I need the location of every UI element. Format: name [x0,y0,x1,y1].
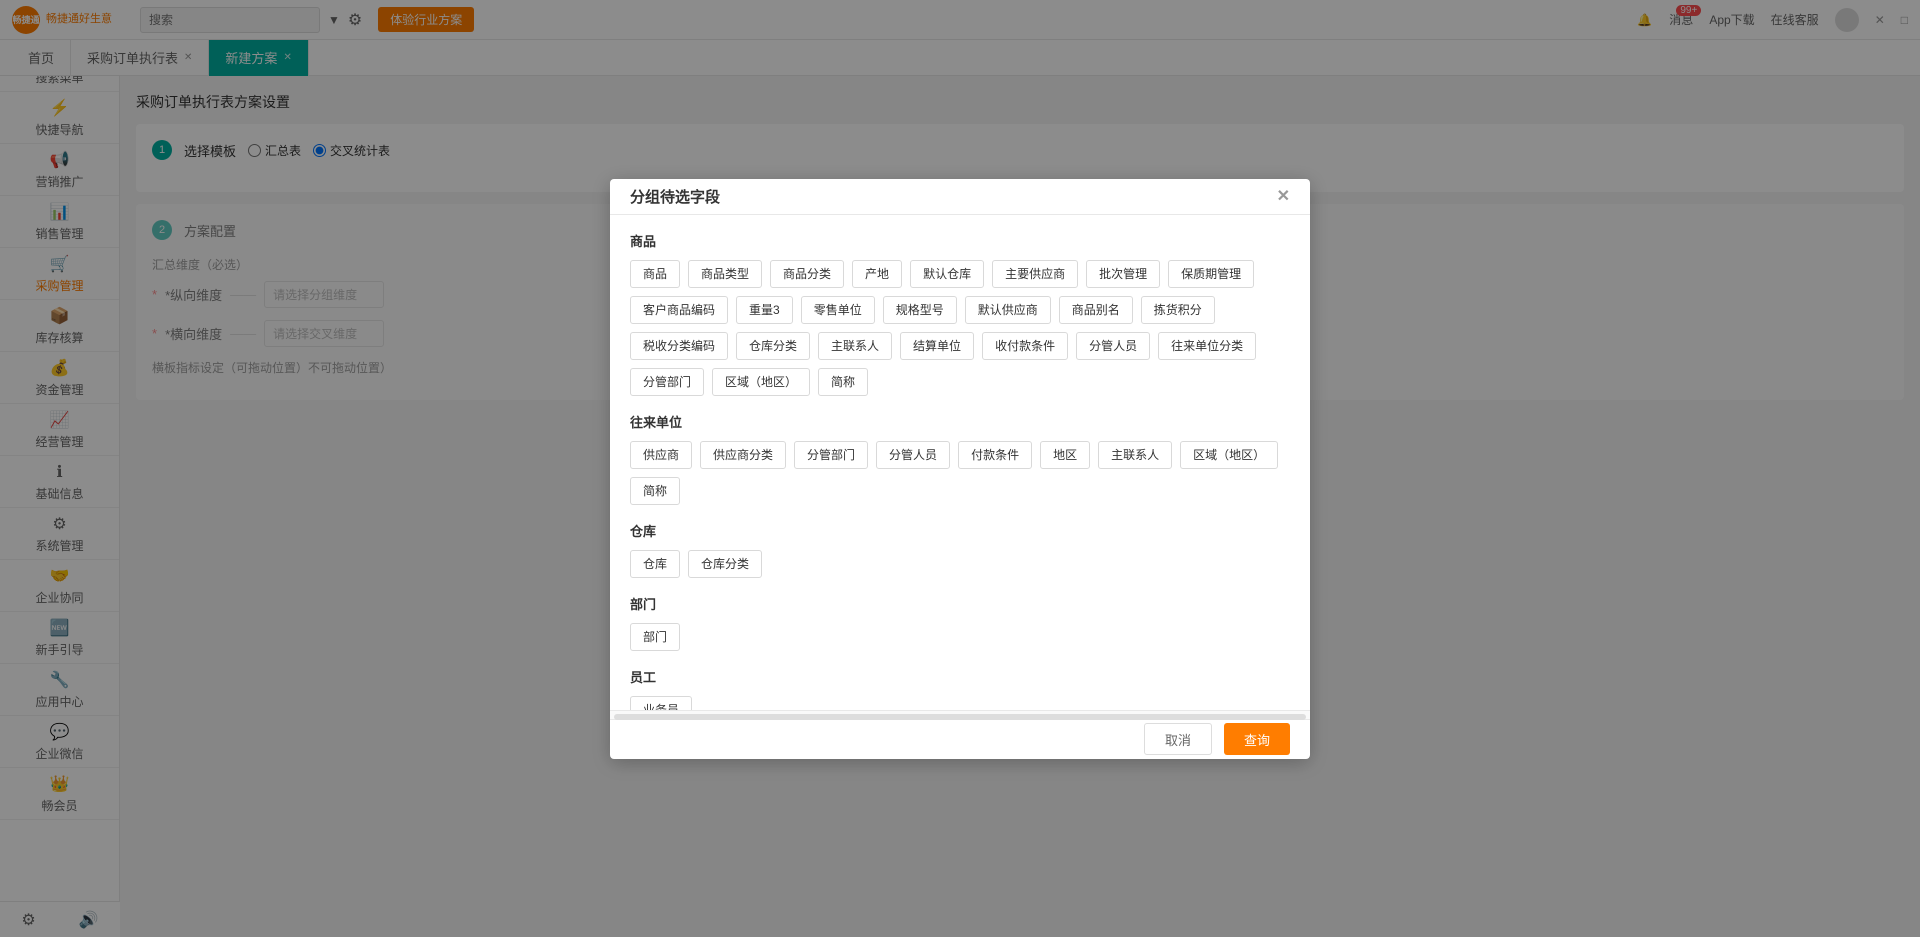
field-tag[interactable]: 批次管理 [1086,260,1160,288]
field-tag[interactable]: 分管部门 [630,368,704,396]
field-tag[interactable]: 供应商 [630,441,692,469]
field-tag[interactable]: 商品类型 [688,260,762,288]
modal-close-btn[interactable]: ✕ [1277,186,1290,206]
field-tag[interactable]: 税收分类编码 [630,332,728,360]
field-tag[interactable]: 主联系人 [818,332,892,360]
modal-header: 分组待选字段 ✕ [610,179,1310,215]
field-tag[interactable]: 保质期管理 [1168,260,1254,288]
confirm-button[interactable]: 查询 [1224,723,1290,755]
field-tag[interactable]: 结算单位 [900,332,974,360]
field-tag[interactable]: 产地 [852,260,902,288]
field-tag[interactable]: 重量3 [736,296,793,324]
field-tag[interactable]: 拣货积分 [1141,296,1215,324]
field-tag[interactable]: 业务员 [630,696,692,710]
section-goods: 商品 商品 商品类型 商品分类 产地 默认仓库 主要供应商 批次管理 保质期管理… [630,231,1290,396]
section-goods-title: 商品 [630,231,1290,250]
cancel-button[interactable]: 取消 [1144,723,1212,755]
section-warehouse-title: 仓库 [630,521,1290,540]
field-tag[interactable]: 区域（地区） [1180,441,1278,469]
section-employee: 员工 业务员 [630,667,1290,710]
field-tag[interactable]: 规格型号 [883,296,957,324]
section-employee-tags: 业务员 [630,696,1290,710]
field-tag[interactable]: 客户商品编码 [630,296,728,324]
field-tag[interactable]: 商品 [630,260,680,288]
section-department: 部门 部门 [630,594,1290,651]
section-counterparty-tags: 供应商 供应商分类 分管部门 分管人员 付款条件 地区 主联系人 区域（地区） … [630,441,1290,505]
section-department-title: 部门 [630,594,1290,613]
modal-body: 商品 商品 商品类型 商品分类 产地 默认仓库 主要供应商 批次管理 保质期管理… [610,215,1310,710]
field-tag[interactable]: 部门 [630,623,680,651]
field-tag[interactable]: 简称 [630,477,680,505]
section-counterparty-title: 往来单位 [630,412,1290,431]
field-tag[interactable]: 仓库 [630,550,680,578]
modal-overlay: 分组待选字段 ✕ 商品 商品 商品类型 商品分类 产地 默认仓库 主要供应商 批… [0,0,1920,937]
field-tag[interactable]: 分管人员 [1076,332,1150,360]
field-tag[interactable]: 供应商分类 [700,441,786,469]
field-tag[interactable]: 仓库分类 [688,550,762,578]
modal-dialog: 分组待选字段 ✕ 商品 商品 商品类型 商品分类 产地 默认仓库 主要供应商 批… [610,179,1310,759]
hscrollbar-thumb[interactable] [614,714,1306,720]
field-tag[interactable]: 分管部门 [794,441,868,469]
field-tag[interactable]: 零售单位 [801,296,875,324]
field-tag[interactable]: 主联系人 [1098,441,1172,469]
modal-footer: 取消 查询 [610,719,1310,758]
field-tag[interactable]: 往来单位分类 [1158,332,1256,360]
section-warehouse: 仓库 仓库 仓库分类 [630,521,1290,578]
modal-title: 分组待选字段 [630,186,720,207]
field-tag[interactable]: 地区 [1040,441,1090,469]
field-tag[interactable]: 商品分类 [770,260,844,288]
field-tag[interactable]: 商品别名 [1059,296,1133,324]
field-tag[interactable]: 仓库分类 [736,332,810,360]
field-tag[interactable]: 主要供应商 [992,260,1078,288]
section-warehouse-tags: 仓库 仓库分类 [630,550,1290,578]
section-counterparty: 往来单位 供应商 供应商分类 分管部门 分管人员 付款条件 地区 主联系人 区域… [630,412,1290,505]
field-tag[interactable]: 简称 [818,368,868,396]
section-department-tags: 部门 [630,623,1290,651]
field-tag[interactable]: 默认仓库 [910,260,984,288]
section-employee-title: 员工 [630,667,1290,686]
field-tag[interactable]: 分管人员 [876,441,950,469]
section-goods-tags: 商品 商品类型 商品分类 产地 默认仓库 主要供应商 批次管理 保质期管理 客户… [630,260,1290,396]
field-tag[interactable]: 收付款条件 [982,332,1068,360]
field-tag[interactable]: 付款条件 [958,441,1032,469]
field-tag[interactable]: 区域（地区） [712,368,810,396]
field-tag[interactable]: 默认供应商 [965,296,1051,324]
modal-hscrollbar[interactable] [610,710,1310,719]
